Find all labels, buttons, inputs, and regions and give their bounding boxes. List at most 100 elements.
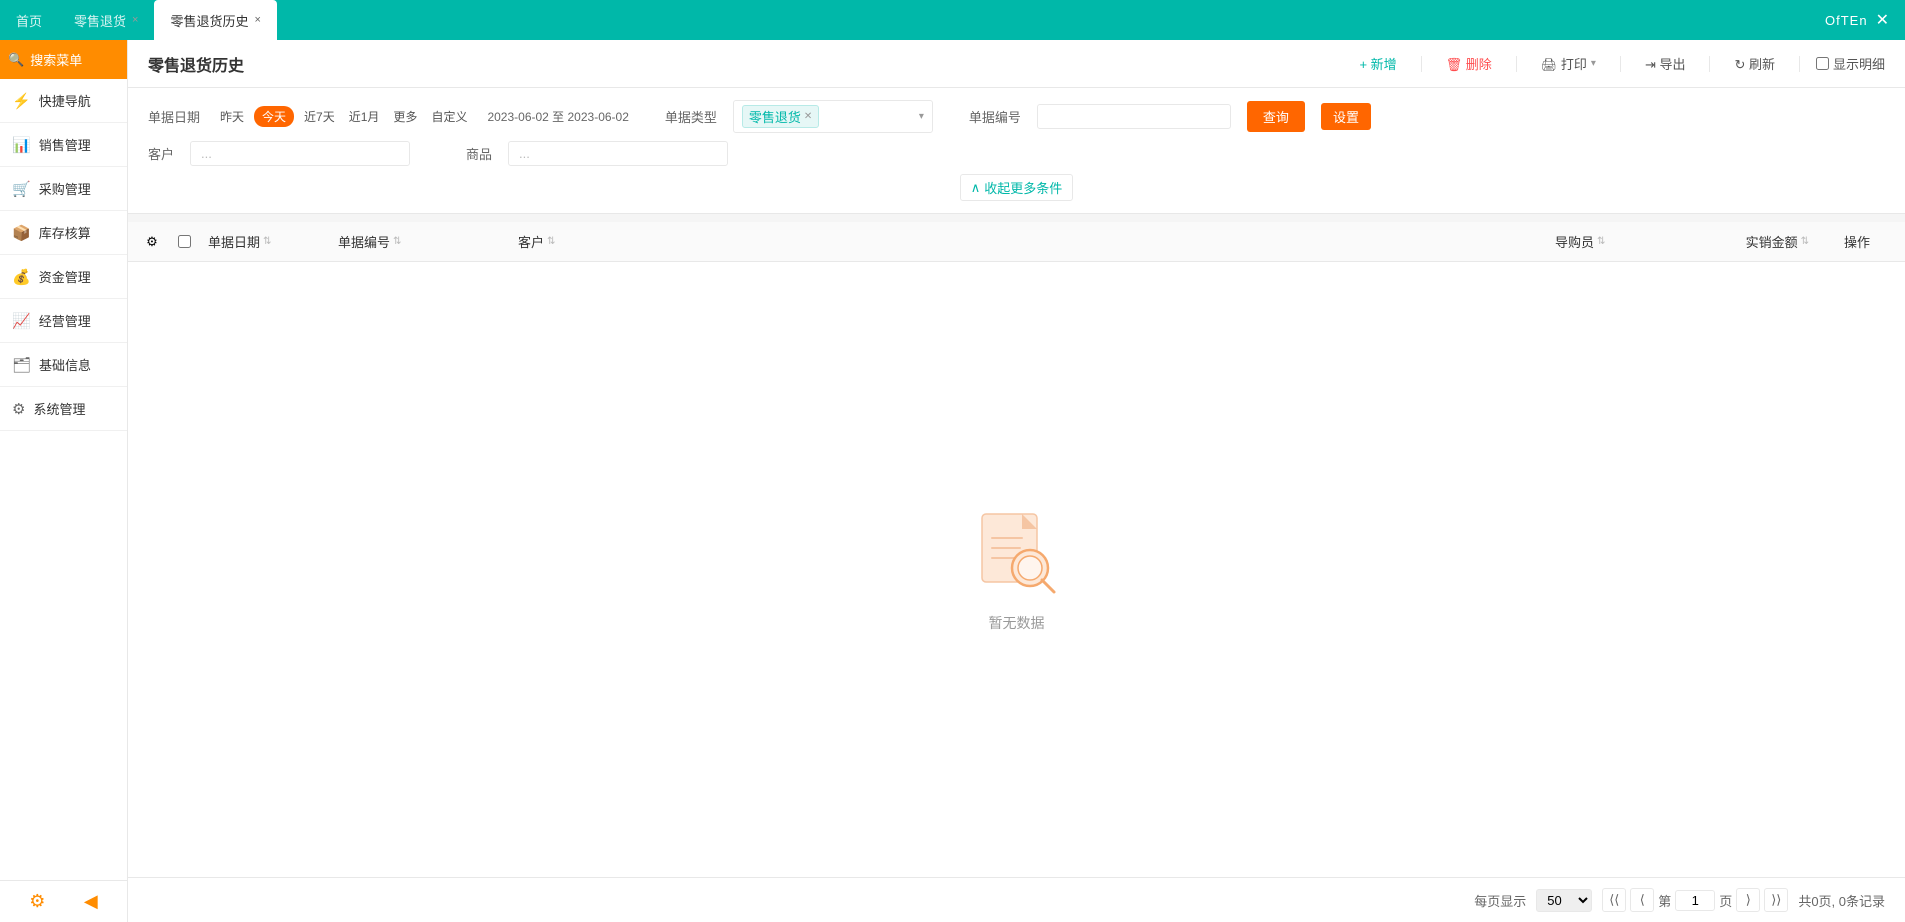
sidebar-item-quick-nav[interactable]: ⚡ 快捷导航 xyxy=(0,79,127,123)
page-last-btn[interactable]: ⟩⟩ xyxy=(1764,888,1788,912)
filter-row-2: 客户 ... 商品 ... xyxy=(148,141,1885,166)
page-first-btn[interactable]: ⟨⟨ xyxy=(1602,888,1626,912)
sidebar-item-sales[interactable]: 📊 销售管理 xyxy=(0,123,127,167)
tab-retail-return-history-close[interactable]: × xyxy=(254,14,260,26)
table-area: ⚙ 单据日期 ⇅ 单据编号 ⇅ 客户 ⇅ 导购员 ⇅ xyxy=(128,222,1905,922)
date-options: 昨天 今天 近7天 近1月 更多 自定义 xyxy=(216,106,471,127)
th-guide[interactable]: 导购员 ⇅ xyxy=(1547,232,1697,251)
goods-dots: ... xyxy=(519,146,530,161)
divider-3 xyxy=(1620,56,1621,72)
th-date-sort: ⇅ xyxy=(263,236,271,247)
often-label: OfTEn xyxy=(1825,13,1868,28)
divider-2 xyxy=(1516,56,1517,72)
page-unit: 页 xyxy=(1719,891,1732,910)
tab-retail-return-label: 零售退货 xyxy=(74,11,126,30)
refresh-button[interactable]: ↻ 刷新 xyxy=(1726,50,1783,77)
pagination-bar: 每页显示 50 100 200 ⟨⟨ ⟨ 第 页 ⟩ ⟩⟩ 共0页, 0条记录 xyxy=(128,877,1905,922)
collapse-button[interactable]: ∧ 收起更多条件 xyxy=(960,174,1074,201)
main-layout: 🔍 搜索菜单 ⚡ 快捷导航 📊 销售管理 🛒 采购管理 📦 库存核算 💰 资金管… xyxy=(0,40,1905,922)
window-close-icon[interactable]: ✕ xyxy=(1876,10,1889,30)
tab-retail-return-history[interactable]: 零售退货历史 × xyxy=(154,0,276,40)
empty-illustration xyxy=(972,506,1062,601)
select-all-checkbox[interactable] xyxy=(178,235,191,248)
purchase-icon: 🛒 xyxy=(12,180,31,198)
empty-state: 暂无数据 xyxy=(128,262,1905,877)
th-op-label: 操作 xyxy=(1844,232,1870,251)
goods-filter-label: 商品 xyxy=(466,144,492,163)
new-button[interactable]: + 新增 xyxy=(1351,50,1404,77)
settings-button[interactable]: 设置 xyxy=(1321,103,1371,130)
sidebar-item-system[interactable]: ⚙ 系统管理 xyxy=(0,387,127,431)
sidebar-item-purchase[interactable]: 🛒 采购管理 xyxy=(0,167,127,211)
print-dropdown-icon: ▾ xyxy=(1591,58,1596,69)
th-customer[interactable]: 客户 ⇅ xyxy=(510,232,1547,251)
goods-input-wrapper[interactable]: ... xyxy=(508,141,728,166)
delete-button[interactable]: 🗑 删除 xyxy=(1438,50,1500,77)
sidebar-search[interactable]: 🔍 搜索菜单 xyxy=(0,40,127,79)
th-amount-label: 实销金额 xyxy=(1746,232,1798,251)
sidebar-item-quick-nav-label: 快捷导航 xyxy=(39,91,91,110)
page-title: 零售退货历史 xyxy=(148,52,244,76)
tab-retail-return[interactable]: 零售退货 × xyxy=(58,0,154,40)
show-detail-check[interactable] xyxy=(1816,57,1829,70)
filter-area: 单据日期 昨天 今天 近7天 近1月 更多 自定义 2023-06-02 至 2… xyxy=(128,88,1905,214)
sidebar-bottom: ⚙ ◀ xyxy=(0,880,127,922)
table-select-all[interactable] xyxy=(168,235,200,248)
search-icon: 🔍 xyxy=(8,52,24,68)
type-select[interactable]: 零售退货 ✕ ▾ xyxy=(733,100,933,133)
top-bar-right: OfTEn ✕ xyxy=(1825,10,1905,30)
collapse-row: ∧ 收起更多条件 xyxy=(148,174,1885,201)
collapse-sidebar-icon[interactable]: ◀ xyxy=(84,891,98,912)
divider-4 xyxy=(1709,56,1710,72)
sidebar-item-finance[interactable]: 💰 资金管理 xyxy=(0,255,127,299)
per-page-select[interactable]: 50 100 200 xyxy=(1536,889,1592,912)
divider-1 xyxy=(1421,56,1422,72)
sidebar-item-sales-label: 销售管理 xyxy=(39,135,91,154)
tab-retail-return-close[interactable]: × xyxy=(132,14,138,26)
delete-label: 🗑 删除 xyxy=(1446,54,1492,73)
print-button[interactable]: 🖨 打印 ▾ xyxy=(1533,50,1604,77)
basic-info-icon: 🗂 xyxy=(12,356,31,374)
customer-dots: ... xyxy=(201,146,212,161)
th-amount[interactable]: 实销金额 ⇅ xyxy=(1697,232,1817,251)
table-settings-icon[interactable]: ⚙ xyxy=(136,234,168,250)
page-input[interactable] xyxy=(1675,890,1715,911)
th-docno-label: 单据编号 xyxy=(338,232,390,251)
query-button[interactable]: 查询 xyxy=(1247,101,1305,132)
inventory-icon: 📦 xyxy=(12,224,31,242)
sidebar-item-basic-info[interactable]: 🗂 基础信息 xyxy=(0,343,127,387)
customer-input-wrapper[interactable]: ... xyxy=(190,141,410,166)
export-button[interactable]: ⇥ 导出 xyxy=(1637,50,1694,77)
page-prev-btn[interactable]: ⟨ xyxy=(1630,888,1654,912)
date-opt-1month[interactable]: 近1月 xyxy=(345,107,384,126)
type-tag-close[interactable]: ✕ xyxy=(804,111,812,122)
docno-input[interactable] xyxy=(1037,104,1231,129)
top-bar: 首页 零售退货 × 零售退货历史 × OfTEn ✕ xyxy=(0,0,1905,40)
date-opt-today[interactable]: 今天 xyxy=(254,106,294,127)
finance-icon: 💰 xyxy=(12,268,31,286)
settings-bottom-icon[interactable]: ⚙ xyxy=(29,891,45,912)
refresh-label: ↻ 刷新 xyxy=(1734,54,1775,73)
sidebar-item-operations[interactable]: 📈 经营管理 xyxy=(0,299,127,343)
th-guide-sort: ⇅ xyxy=(1597,236,1605,247)
filter-row-1: 单据日期 昨天 今天 近7天 近1月 更多 自定义 2023-06-02 至 2… xyxy=(148,100,1885,133)
empty-text: 暂无数据 xyxy=(989,613,1045,633)
show-detail-label: 显示明细 xyxy=(1833,54,1885,73)
system-icon: ⚙ xyxy=(12,400,25,418)
date-opt-custom[interactable]: 自定义 xyxy=(427,107,471,126)
th-customer-label: 客户 xyxy=(518,232,544,251)
page-next-btn[interactable]: ⟩ xyxy=(1736,888,1760,912)
type-select-arrow: ▾ xyxy=(919,111,924,122)
divider-5 xyxy=(1799,56,1800,72)
date-opt-yesterday[interactable]: 昨天 xyxy=(216,107,248,126)
th-date[interactable]: 单据日期 ⇅ xyxy=(200,232,330,251)
collapse-label: 收起更多条件 xyxy=(984,178,1062,197)
date-opt-7days[interactable]: 近7天 xyxy=(300,107,339,126)
th-docno[interactable]: 单据编号 ⇅ xyxy=(330,232,510,251)
sidebar-item-inventory-label: 库存核算 xyxy=(39,223,91,242)
sidebar-item-inventory[interactable]: 📦 库存核算 xyxy=(0,211,127,255)
tab-home[interactable]: 首页 xyxy=(0,0,58,40)
date-opt-more[interactable]: 更多 xyxy=(389,107,421,126)
page-label: 第 xyxy=(1658,891,1671,910)
show-detail-checkbox[interactable]: 显示明细 xyxy=(1816,54,1885,73)
